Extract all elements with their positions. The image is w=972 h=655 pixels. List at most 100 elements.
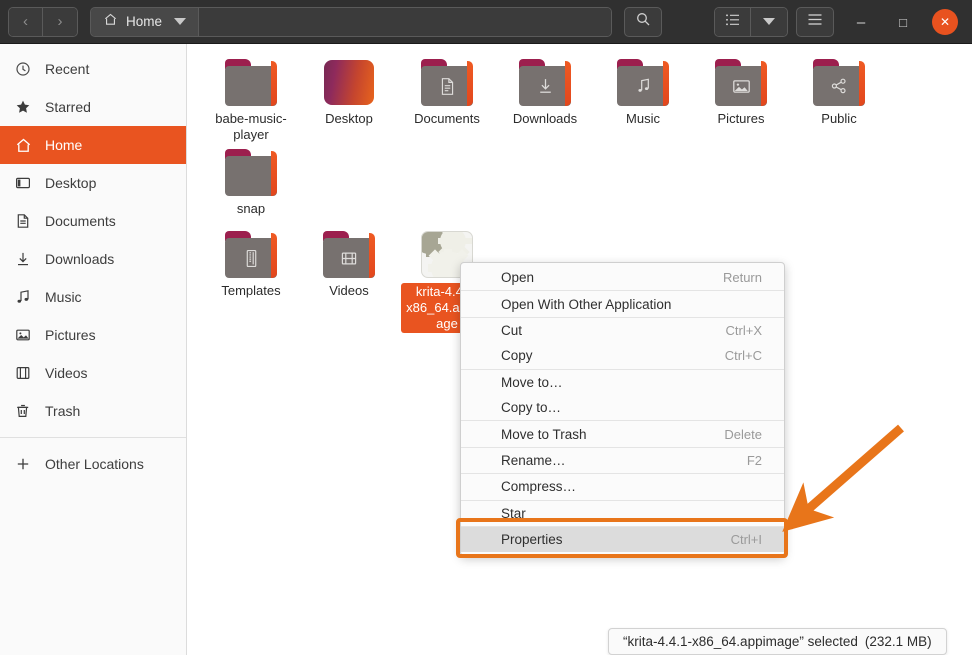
- menu-item-label: Open With Other Application: [501, 296, 672, 312]
- file-item[interactable]: babe-music-player: [202, 53, 300, 143]
- folder-icon: [813, 59, 865, 106]
- menu-item-accel: Return: [722, 270, 762, 286]
- view-options-dropdown[interactable]: [751, 8, 787, 36]
- sidebar-item-desktop[interactable]: Desktop: [0, 164, 186, 202]
- sidebar-item-videos[interactable]: Videos: [0, 354, 186, 392]
- file-item[interactable]: Public: [790, 53, 888, 143]
- sidebar-item-home[interactable]: Home: [0, 126, 186, 164]
- menu-item-label: Compress…: [501, 479, 577, 495]
- sidebar-item-pictures[interactable]: Pictures: [0, 316, 186, 354]
- list-view-button[interactable]: [715, 8, 751, 36]
- maximize-icon: □: [899, 14, 907, 30]
- sidebar-item-downloads[interactable]: Downloads: [0, 240, 186, 278]
- sidebar: Recent Starred Home Desktop Documents Do…: [0, 44, 187, 655]
- picture-icon: [14, 326, 32, 344]
- menu-item-copy[interactable]: Copy Ctrl+C: [461, 343, 784, 368]
- menu-item-compress[interactable]: Compress…: [461, 474, 784, 499]
- chevron-down-icon[interactable]: [174, 18, 187, 25]
- maximize-button[interactable]: □: [888, 7, 918, 37]
- file-item[interactable]: Pictures: [692, 53, 790, 143]
- menu-item-label: Cut: [501, 322, 523, 338]
- desktop-folder-icon: [323, 59, 375, 106]
- document-icon: [14, 212, 32, 230]
- back-button[interactable]: ‹: [9, 7, 43, 36]
- file-grid-row-1: babe-music-player Desktop Documents Down…: [188, 45, 972, 217]
- breadcrumb-home[interactable]: Home: [91, 7, 200, 36]
- menu-item-move-to-trash[interactable]: Move to Trash Delete: [461, 421, 784, 446]
- minimize-button[interactable]: –: [846, 7, 876, 37]
- navigation-buttons: ‹ ›: [8, 6, 78, 37]
- folder-icon: [519, 59, 571, 106]
- sidebar-item-recent[interactable]: Recent: [0, 50, 186, 88]
- sidebar-item-music[interactable]: Music: [0, 278, 186, 316]
- forward-button[interactable]: ›: [43, 7, 77, 36]
- sidebar-item-documents[interactable]: Documents: [0, 202, 186, 240]
- share-icon: [813, 66, 865, 106]
- file-label: Templates: [221, 283, 281, 298]
- menu-item-label: Move to…: [501, 374, 563, 390]
- file-item[interactable]: snap: [202, 143, 300, 217]
- menu-item-open[interactable]: Open Return: [461, 265, 784, 290]
- sidebar-item-other-locations[interactable]: Other Locations: [0, 445, 186, 483]
- file-item[interactable]: Desktop: [300, 53, 398, 143]
- sidebar-item-starred[interactable]: Starred: [0, 88, 186, 126]
- file-label: babe-music-player: [215, 111, 287, 142]
- sidebar-label: Music: [45, 289, 82, 305]
- folder-icon: [323, 231, 375, 278]
- menu-item-open-with-other-application[interactable]: Open With Other Application: [461, 291, 784, 316]
- menu-item-accel: Ctrl+X: [725, 322, 762, 338]
- search-button[interactable]: [624, 6, 662, 37]
- menu-item-rename[interactable]: Rename… F2: [461, 448, 784, 473]
- file-item[interactable]: Downloads: [496, 53, 594, 143]
- path-bar-empty[interactable]: [199, 7, 611, 36]
- file-label: Pictures: [717, 111, 765, 126]
- file-label: Videos: [329, 283, 369, 298]
- status-bar-selection: “krita-4.4.1-x86_64.appimage” selected (…: [608, 628, 947, 655]
- sidebar-item-trash[interactable]: Trash: [0, 392, 186, 430]
- template-icon: [225, 238, 277, 278]
- folder-icon: [421, 59, 473, 106]
- menu-item-copy-to[interactable]: Copy to…: [461, 395, 784, 420]
- star-icon: [14, 98, 32, 116]
- annotation-highlight-box: [456, 518, 788, 558]
- status-selection-text: “krita-4.4.1-x86_64.appimage” selected: [623, 634, 858, 649]
- minimize-icon: –: [856, 13, 866, 31]
- home-icon: [103, 12, 118, 32]
- folder-icon: [225, 149, 277, 196]
- hamburger-menu-button[interactable]: [796, 7, 834, 37]
- chevron-left-icon: ‹: [23, 13, 28, 30]
- list-view-icon: [725, 13, 741, 32]
- chevron-right-icon: ›: [57, 13, 63, 30]
- folder-icon: [225, 231, 277, 278]
- trash-icon: [14, 402, 32, 420]
- sidebar-label: Starred: [45, 99, 91, 115]
- file-label: Downloads: [512, 111, 578, 126]
- file-label: Desktop: [325, 111, 373, 126]
- sidebar-label: Desktop: [45, 175, 97, 191]
- close-icon: ✕: [939, 15, 951, 29]
- folder-icon: [617, 59, 669, 106]
- download-icon: [14, 250, 32, 268]
- file-label: snap: [236, 201, 266, 216]
- menu-item-accel: Delete: [724, 426, 762, 442]
- menu-item-accel: Ctrl+C: [724, 348, 762, 364]
- menu-item-label: Copy: [501, 348, 533, 364]
- header-right-controls: – □ ✕: [714, 0, 972, 44]
- sidebar-label: Other Locations: [45, 456, 144, 472]
- file-item[interactable]: Templates: [202, 225, 300, 333]
- status-size-text: (232.1 MB): [864, 634, 932, 649]
- file-item[interactable]: Music: [594, 53, 692, 143]
- document-icon: [421, 66, 473, 106]
- menu-item-cut[interactable]: Cut Ctrl+X: [461, 318, 784, 343]
- desktop-icon: [14, 174, 32, 192]
- file-item[interactable]: Videos: [300, 225, 398, 333]
- plus-icon: [14, 455, 32, 473]
- search-icon: [635, 11, 651, 32]
- menu-item-label: Move to Trash: [501, 426, 587, 442]
- menu-item-move-to[interactable]: Move to…: [461, 370, 784, 395]
- hamburger-icon: [807, 13, 823, 31]
- file-item[interactable]: Documents: [398, 53, 496, 143]
- close-button[interactable]: ✕: [932, 9, 958, 35]
- video-icon: [14, 364, 32, 382]
- clock-icon: [14, 60, 32, 78]
